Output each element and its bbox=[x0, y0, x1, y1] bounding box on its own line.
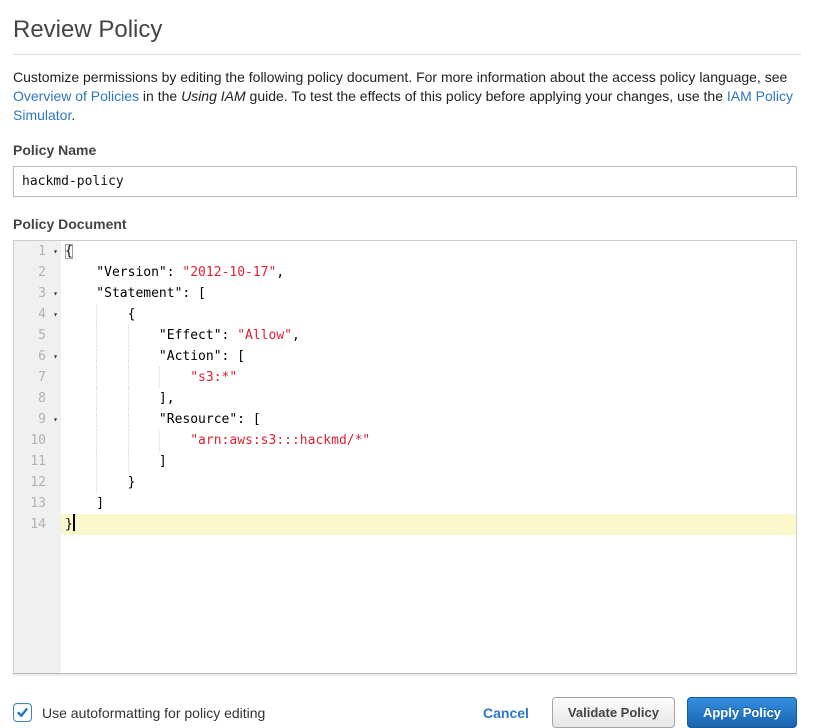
code-string-token: "Allow" bbox=[237, 328, 292, 343]
gutter-line: 8 bbox=[14, 388, 61, 409]
review-policy-page: Review Policy Customize permissions by e… bbox=[0, 0, 814, 728]
code-token: ], bbox=[65, 391, 175, 406]
editor-gutter: 1▾23▾4▾56▾789▾1011121314 bbox=[14, 241, 61, 673]
indent-guide bbox=[96, 388, 97, 409]
gutter-line: 9▾ bbox=[14, 409, 61, 430]
indent-guide bbox=[159, 367, 160, 388]
footer-bar: Use autoformatting for policy editing Ca… bbox=[13, 697, 797, 728]
footer-actions: Cancel Validate Policy Apply Policy bbox=[483, 697, 797, 728]
gutter-line: 13 bbox=[14, 493, 61, 514]
code-token: "Resource": [ bbox=[65, 412, 261, 427]
code-editor[interactable]: 1▾23▾4▾56▾789▾1011121314 { "Version": "2… bbox=[13, 240, 797, 674]
code-line[interactable]: "s3:*" bbox=[61, 367, 796, 388]
page-title: Review Policy bbox=[13, 16, 801, 44]
indent-guide bbox=[96, 346, 97, 367]
code-string-token: "arn:aws:s3:::hackmd/*" bbox=[190, 433, 370, 448]
cancel-link[interactable]: Cancel bbox=[483, 705, 529, 721]
code-token: , bbox=[292, 328, 300, 343]
code-token: { bbox=[65, 307, 135, 322]
code-line[interactable]: } bbox=[61, 514, 796, 535]
text-cursor bbox=[73, 514, 75, 531]
code-token: ] bbox=[65, 496, 104, 511]
indent-guide bbox=[128, 388, 129, 409]
apply-policy-button[interactable]: Apply Policy bbox=[687, 697, 797, 728]
indent-guide bbox=[96, 367, 97, 388]
overview-of-policies-link[interactable]: Overview of Policies bbox=[13, 88, 139, 104]
code-line[interactable]: } bbox=[61, 472, 796, 493]
indent-guide bbox=[96, 304, 97, 325]
indent-guide bbox=[128, 346, 129, 367]
code-string-token: "s3:*" bbox=[190, 370, 237, 385]
code-token: } bbox=[65, 517, 73, 532]
gutter-line: 3▾ bbox=[14, 283, 61, 304]
indent-guide bbox=[96, 325, 97, 346]
intro-part2: in the bbox=[139, 88, 181, 104]
code-line[interactable]: "Action": [ bbox=[61, 346, 796, 367]
indent-guide bbox=[128, 325, 129, 346]
code-token: "Version": bbox=[65, 265, 182, 280]
code-token: "Action": [ bbox=[65, 349, 245, 364]
indent-guide bbox=[128, 430, 129, 451]
gutter-line: 4▾ bbox=[14, 304, 61, 325]
code-token: "Effect": bbox=[65, 328, 237, 343]
autoformat-label[interactable]: Use autoformatting for policy editing bbox=[42, 705, 265, 721]
gutter-line: 6▾ bbox=[14, 346, 61, 367]
gutter-line: 14 bbox=[14, 514, 61, 535]
code-line[interactable]: { bbox=[61, 241, 796, 262]
intro-text: Customize permissions by editing the fol… bbox=[13, 68, 801, 125]
code-token: , bbox=[276, 265, 284, 280]
code-line[interactable]: ] bbox=[61, 493, 796, 514]
editor-code-area[interactable]: { "Version": "2012-10-17", "Statement": … bbox=[61, 241, 796, 673]
gutter-line: 1▾ bbox=[14, 241, 61, 262]
indent-guide bbox=[128, 367, 129, 388]
fold-toggle-icon[interactable]: ▾ bbox=[53, 409, 58, 430]
fold-toggle-icon[interactable]: ▾ bbox=[53, 304, 58, 325]
gutter-line: 2 bbox=[14, 262, 61, 283]
validate-policy-button[interactable]: Validate Policy bbox=[552, 697, 675, 728]
code-line[interactable]: ] bbox=[61, 451, 796, 472]
gutter-line: 7 bbox=[14, 367, 61, 388]
code-line[interactable]: ], bbox=[61, 388, 796, 409]
code-token: ] bbox=[65, 454, 167, 469]
fold-toggle-icon[interactable]: ▾ bbox=[53, 346, 58, 367]
policy-document-label: Policy Document bbox=[13, 216, 801, 232]
code-line[interactable]: "Statement": [ bbox=[61, 283, 796, 304]
indent-guide bbox=[159, 430, 160, 451]
checkmark-icon bbox=[16, 706, 29, 719]
gutter-line: 5 bbox=[14, 325, 61, 346]
code-token: } bbox=[65, 475, 135, 490]
code-string-token: "2012-10-17" bbox=[182, 265, 276, 280]
code-line[interactable]: "Version": "2012-10-17", bbox=[61, 262, 796, 283]
fold-toggle-icon[interactable]: ▾ bbox=[53, 241, 58, 262]
intro-part3: guide. To test the effects of this polic… bbox=[246, 88, 727, 104]
using-iam-guide-name: Using IAM bbox=[181, 88, 246, 104]
indent-guide bbox=[96, 409, 97, 430]
gutter-line: 12 bbox=[14, 472, 61, 493]
indent-guide bbox=[128, 409, 129, 430]
intro-part1: Customize permissions by editing the fol… bbox=[13, 69, 787, 85]
title-divider bbox=[13, 54, 801, 55]
code-token: "Statement": [ bbox=[65, 286, 206, 301]
policy-name-input[interactable] bbox=[13, 166, 797, 197]
policy-name-label: Policy Name bbox=[13, 142, 801, 158]
code-line[interactable]: { bbox=[61, 304, 796, 325]
indent-guide bbox=[96, 472, 97, 493]
indent-guide bbox=[128, 451, 129, 472]
indent-guide bbox=[96, 451, 97, 472]
fold-toggle-icon[interactable]: ▾ bbox=[53, 283, 58, 304]
autoformat-checkbox[interactable] bbox=[13, 703, 32, 722]
gutter-line: 11 bbox=[14, 451, 61, 472]
intro-part4: . bbox=[71, 107, 75, 123]
indent-guide bbox=[96, 430, 97, 451]
code-line[interactable]: "Effect": "Allow", bbox=[61, 325, 796, 346]
code-line[interactable]: "Resource": [ bbox=[61, 409, 796, 430]
code-line[interactable]: "arn:aws:s3:::hackmd/*" bbox=[61, 430, 796, 451]
gutter-line: 10 bbox=[14, 430, 61, 451]
code-token: { bbox=[65, 244, 73, 259]
